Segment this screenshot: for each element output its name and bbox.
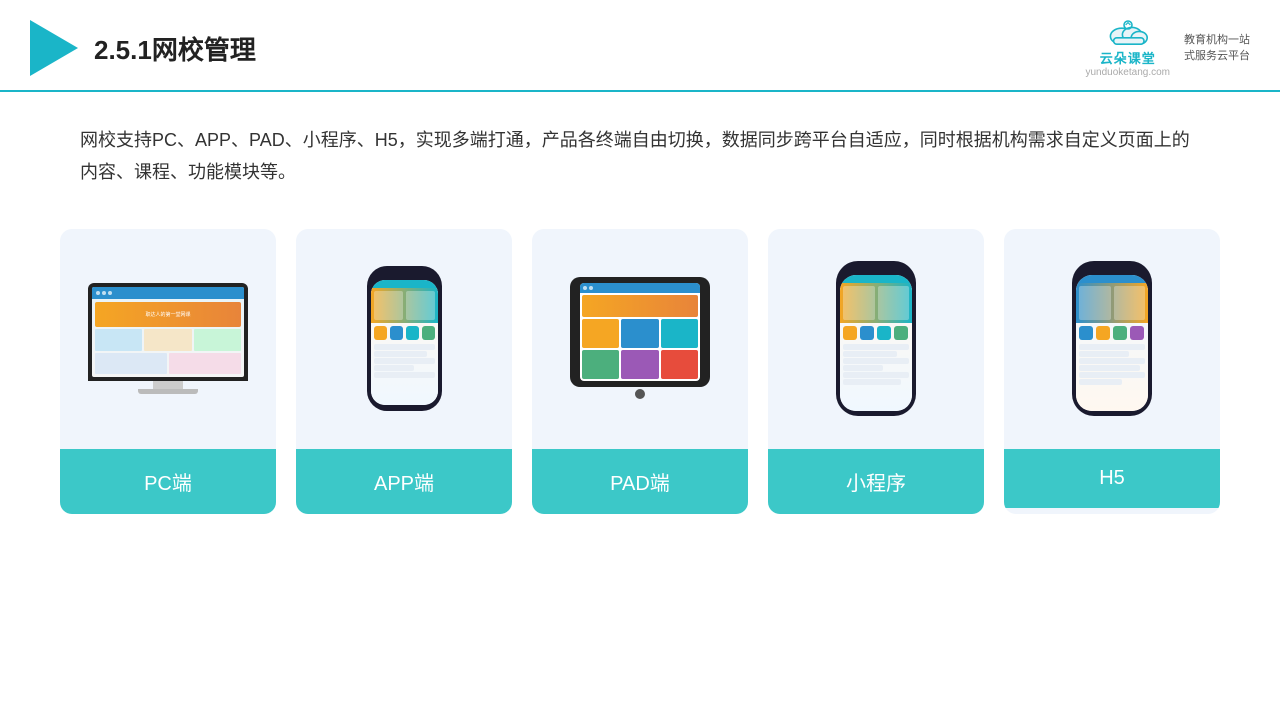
pad-screen [580,283,700,381]
pc-screen-inner: 职达人的第一堂网课 [92,287,244,377]
h5-label: H5 [1004,449,1220,508]
cloud-logo-icon [1104,18,1152,48]
logo-triangle-icon [30,20,78,76]
app-label: APP端 [296,449,512,514]
pc-stand-base [138,389,198,394]
pad-label: PAD端 [532,449,748,514]
brand-name: 云朵课堂 [1100,48,1156,67]
h5-phone-notch [1099,266,1125,273]
brand-slogan: 教育机构一站 式服务云平台 [1184,32,1250,65]
h5-phone-screen [1076,275,1148,411]
page-title: 2.5.1网校管理 [94,30,256,67]
pc-card: 职达人的第一堂网课 [60,229,276,514]
app-phone-outer [367,266,442,411]
pc-label: PC端 [60,449,276,514]
h5-preview [1004,229,1220,449]
pad-card: PAD端 [532,229,748,514]
pc-mockup: 职达人的第一堂网课 [88,283,248,394]
h5-phone-outer [1072,261,1152,416]
pc-screen-outer: 职达人的第一堂网课 [88,283,248,381]
app-card: APP端 [296,229,512,514]
mini-label: 小程序 [768,449,984,514]
pad-preview [532,229,748,449]
h5-card: H5 [1004,229,1220,514]
mini-phone-outer [836,261,916,416]
mini-phone-screen [840,275,912,411]
header-right: 云朵课堂 yunduoketang.com 教育机构一站 式服务云平台 [1085,18,1250,78]
description-paragraph: 网校支持PC、APP、PAD、小程序、H5，实现多端打通，产品各终端自由切换，数… [80,124,1200,189]
pad-outer [570,277,710,387]
mini-phone-notch [863,266,889,273]
brand-url: yunduoketang.com [1085,67,1170,78]
mini-preview [768,229,984,449]
h5-phone-mockup [1072,261,1152,416]
pad-mockup [570,277,710,401]
header-left: 2.5.1网校管理 [30,20,256,76]
description-text: 网校支持PC、APP、PAD、小程序、H5，实现多端打通，产品各终端自由切换，数… [0,92,1280,209]
pc-preview: 职达人的第一堂网课 [60,229,276,449]
mini-card: 小程序 [768,229,984,514]
app-phone-mockup [367,266,442,411]
brand-logo: 云朵课堂 yunduoketang.com [1085,18,1170,78]
pc-stand-top [153,381,183,389]
page-header: 2.5.1网校管理 云朵课堂 yunduoketang.com 教育机构一站 式… [0,0,1280,92]
app-preview [296,229,512,449]
device-cards-container: 职达人的第一堂网课 [0,209,1280,544]
app-phone-screen [371,280,438,405]
app-phone-notch [392,272,416,278]
mini-phone-mockup [836,261,916,416]
pad-home-button [635,389,645,399]
